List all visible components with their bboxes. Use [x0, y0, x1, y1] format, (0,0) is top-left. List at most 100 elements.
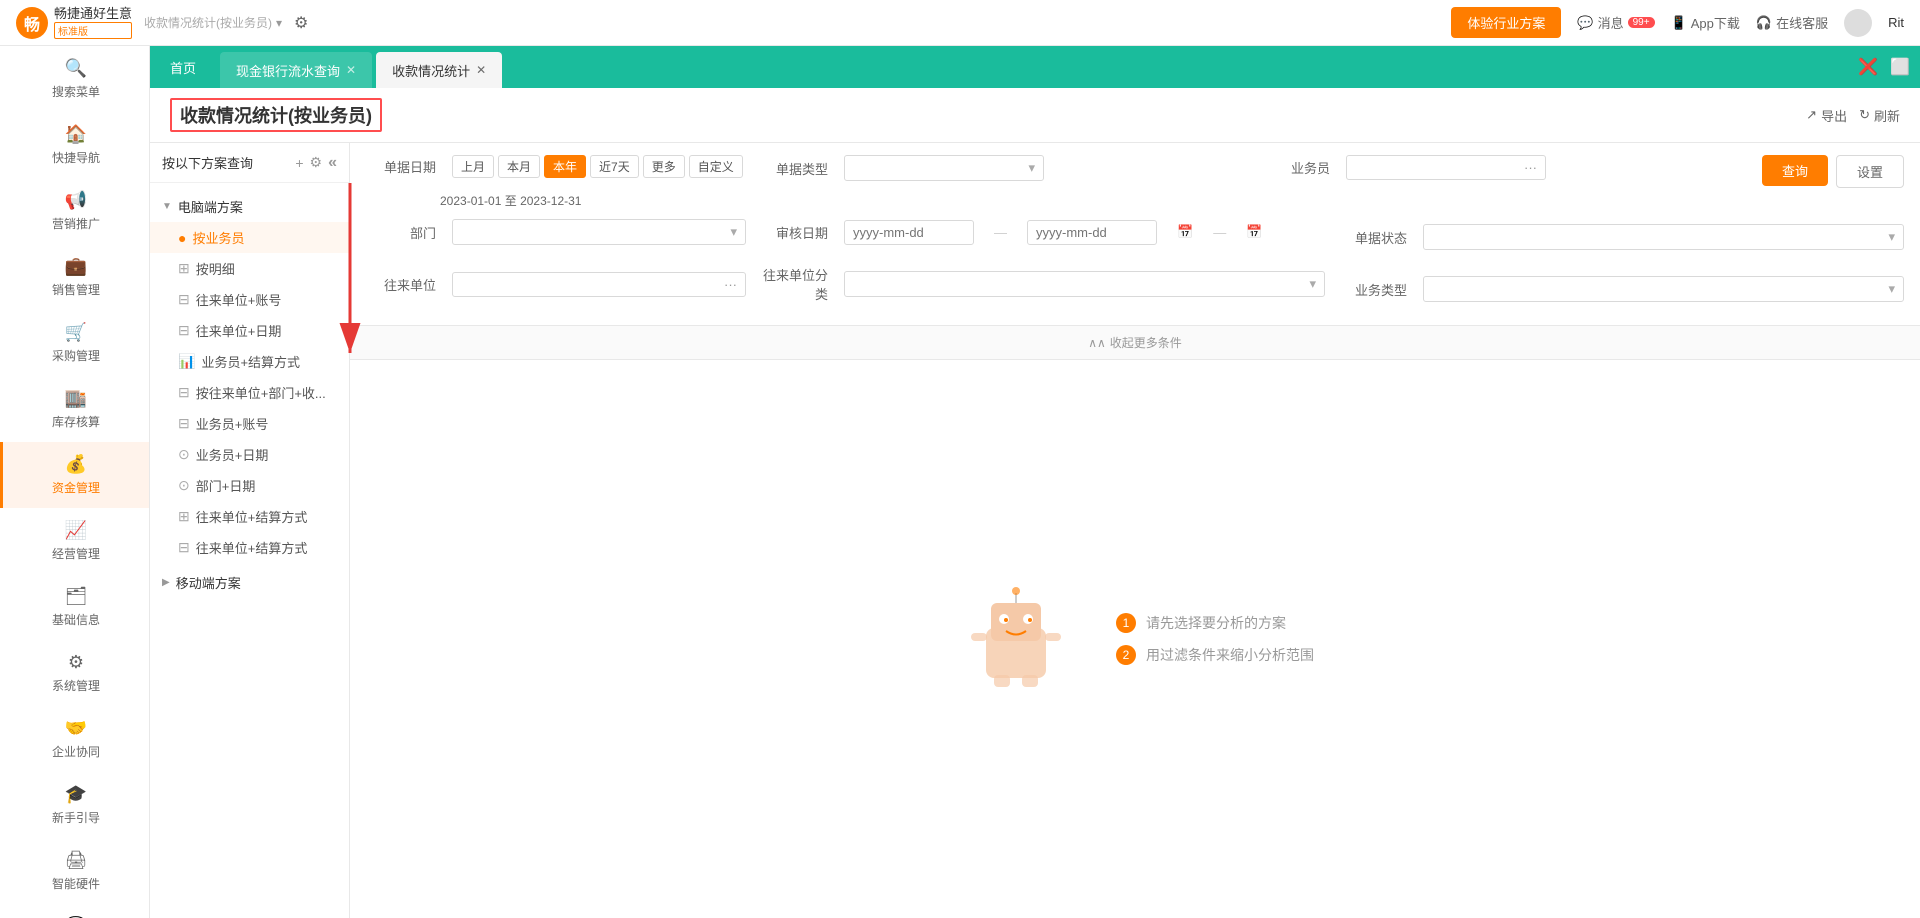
add-scheme-btn[interactable]: + — [295, 155, 303, 171]
btn-more[interactable]: 更多 — [643, 155, 685, 178]
partner-dept-label: 按往来单位+部门+收... — [196, 383, 326, 402]
btn-last-month[interactable]: 上月 — [452, 155, 494, 178]
tree-item-partner-settle1[interactable]: ⊞ 往来单位+结算方式 — [150, 501, 349, 532]
tree-item-partner-account[interactable]: ⊟ 往来单位+账号 — [150, 284, 349, 315]
sidebar-item-quicknav[interactable]: 🏠 快捷导航 — [0, 112, 149, 178]
tree-group-desktop-header[interactable]: ▼ 电脑端方案 — [150, 191, 349, 222]
docstatus-select[interactable]: ▾ — [1423, 224, 1904, 250]
export-btn[interactable]: ↗ 导出 — [1806, 106, 1847, 125]
sidebar-item-enterprise[interactable]: 🤝 企业协同 — [0, 706, 149, 772]
collapse-panel-btn[interactable]: « — [328, 154, 337, 172]
detail-label: 按明细 — [196, 259, 235, 278]
tab-close-all-btn[interactable]: ❌ — [1856, 55, 1880, 79]
sidebar-item-system[interactable]: ⚙ 系统管理 — [0, 640, 149, 706]
sidebar-item-sales-label: 销售管理 — [52, 281, 100, 298]
salesman-date-label: 业务员+日期 — [196, 445, 269, 464]
tree-item-salesman[interactable]: ● 按业务员 — [150, 222, 349, 253]
partner-settle2-label: 往来单位+结算方式 — [196, 538, 308, 557]
sidebar-item-marketing[interactable]: 📢 营销推广 — [0, 178, 149, 244]
tab-receipts-close[interactable]: ✕ — [476, 63, 486, 77]
tree-group-mobile-header[interactable]: ▶ 移动端方案 — [150, 567, 349, 598]
refresh-btn[interactable]: ↻ 刷新 — [1859, 106, 1900, 125]
btn-last-7-days[interactable]: 近7天 — [590, 155, 639, 178]
tree-item-partner-dept[interactable]: ⊟ 按往来单位+部门+收... — [150, 377, 349, 408]
scheme-settings-btn[interactable]: ⚙ — [310, 154, 323, 171]
tree-item-salesman-date[interactable]: ⊙ 业务员+日期 — [150, 439, 349, 470]
salesman-select[interactable]: ··· — [1346, 155, 1546, 180]
refresh-icon: ↻ — [1859, 107, 1870, 123]
biz-type-select[interactable]: ▾ — [1423, 276, 1904, 302]
collapse-icon: ∧∧ — [1088, 336, 1106, 350]
sidebar-item-basic[interactable]: 🗂 基础信息 — [0, 574, 149, 640]
user-name[interactable]: Rit — [1888, 15, 1904, 30]
user-avatar[interactable] — [1844, 9, 1872, 37]
messages-label: 消息 — [1598, 13, 1624, 32]
panel-actions: + ⚙ « — [295, 154, 337, 172]
review-date-from[interactable] — [844, 220, 974, 245]
partner-cat-select[interactable]: ▾ — [844, 271, 1325, 297]
cal-icon1[interactable]: 📅 — [1177, 224, 1193, 240]
setting-btn[interactable]: 设置 — [1836, 155, 1904, 188]
query-btn[interactable]: 查询 — [1762, 155, 1828, 186]
btn-this-month[interactable]: 本月 — [498, 155, 540, 178]
salesman-acct-label: 业务员+账号 — [196, 414, 269, 433]
step-num-2: 2 — [1116, 645, 1136, 665]
btn-this-year[interactable]: 本年 — [544, 155, 586, 178]
sidebar-item-finance[interactable]: 💰 资金管理 — [0, 442, 149, 508]
tree-item-partner-settle2[interactable]: ⊟ 往来单位+结算方式 — [150, 532, 349, 563]
tree-item-partner-date[interactable]: ⊟ 往来单位+日期 — [150, 315, 349, 346]
tab-cashflow[interactable]: 现金银行流水查询 ✕ — [220, 52, 372, 88]
trial-btn[interactable]: 体验行业方案 — [1451, 7, 1561, 38]
detail-icon: ⊞ — [178, 260, 190, 277]
doctype-select[interactable]: ▾ — [844, 155, 1044, 181]
biz-type-chevron: ▾ — [1888, 281, 1895, 297]
dept-date-label: 部门+日期 — [196, 476, 256, 495]
tree-item-salesman-acct[interactable]: ⊟ 业务员+账号 — [150, 408, 349, 439]
empty-steps: 1 请先选择要分析的方案 2 用过滤条件来缩小分析范围 — [1116, 613, 1314, 665]
sidebar-item-inventory[interactable]: 🏬 库存核算 — [0, 376, 149, 442]
sidebar-item-wechat[interactable]: 💬 企业微信 — [0, 904, 149, 918]
basic-icon: 🗂 — [65, 586, 88, 607]
download-icon: 📱 — [1671, 15, 1687, 31]
messages-btn[interactable]: 💬 消息 99+ — [1577, 13, 1654, 32]
step-1-text: 请先选择要分析的方案 — [1146, 613, 1286, 633]
btn-custom[interactable]: 自定义 — [689, 155, 743, 178]
salesman-dots[interactable]: ··· — [1524, 160, 1537, 175]
cal-sep: — — [1213, 225, 1226, 240]
sidebar-item-hardware[interactable]: 🖨 智能硬件 — [0, 838, 149, 904]
tree-item-dept-date[interactable]: ⊙ 部门+日期 — [150, 470, 349, 501]
salesman-settle-icon: 📊 — [178, 353, 195, 370]
sidebar-item-search[interactable]: 🔍 搜索菜单 — [0, 46, 149, 112]
filter-section: 单据日期 上月 本月 本年 近7天 更多 自定义 — [350, 143, 1920, 326]
tab-home[interactable]: 首页 — [150, 46, 216, 88]
doctype-label: 单据类型 — [758, 159, 828, 178]
refresh-label: 刷新 — [1874, 106, 1900, 125]
dept-date-icon: ⊙ — [178, 477, 190, 494]
tab-maximize-btn[interactable]: ⬜ — [1888, 55, 1912, 79]
tree-item-salesman-settle[interactable]: 📊 业务员+结算方式 — [150, 346, 349, 377]
date-quick-btns: 上月 本月 本年 近7天 更多 自定义 — [452, 155, 743, 178]
logo-text: 畅捷通好生意 — [54, 6, 132, 22]
cal-icon2[interactable]: 📅 — [1246, 224, 1262, 240]
newbie-icon: 🎓 — [65, 784, 87, 805]
review-date-label: 审核日期 — [758, 223, 828, 242]
breadcrumb-chevron[interactable]: ▾ — [276, 16, 282, 30]
dept-label: 部门 — [366, 223, 436, 242]
sidebar-item-sales[interactable]: 💼 销售管理 — [0, 244, 149, 310]
online-support-btn[interactable]: 🎧 在线客服 — [1756, 13, 1828, 32]
sidebar-item-newbie[interactable]: 🎓 新手引导 — [0, 772, 149, 838]
content-area: 首页 现金银行流水查询 ✕ 收款情况统计 ✕ ❌ ⬜ 收款情况统计(按业务员) … — [150, 46, 1920, 918]
partner-select[interactable]: ··· — [452, 272, 746, 297]
empty-step-1: 1 请先选择要分析的方案 — [1116, 613, 1314, 633]
dept-select[interactable]: ▾ — [452, 219, 746, 245]
partner-dots[interactable]: ··· — [724, 277, 737, 292]
tree-item-detail[interactable]: ⊞ 按明细 — [150, 253, 349, 284]
sidebar-item-operations[interactable]: 📈 经营管理 — [0, 508, 149, 574]
tab-receipts[interactable]: 收款情况统计 ✕ — [376, 52, 502, 88]
sidebar-item-purchase[interactable]: 🛒 采购管理 — [0, 310, 149, 376]
tab-cashflow-close[interactable]: ✕ — [346, 63, 356, 77]
app-download-btn[interactable]: 📱 App下载 — [1671, 13, 1740, 32]
collapse-bar[interactable]: ∧∧ 收起更多条件 — [350, 326, 1920, 360]
gear-icon[interactable]: ⚙ — [294, 13, 308, 33]
review-date-to[interactable] — [1027, 220, 1157, 245]
